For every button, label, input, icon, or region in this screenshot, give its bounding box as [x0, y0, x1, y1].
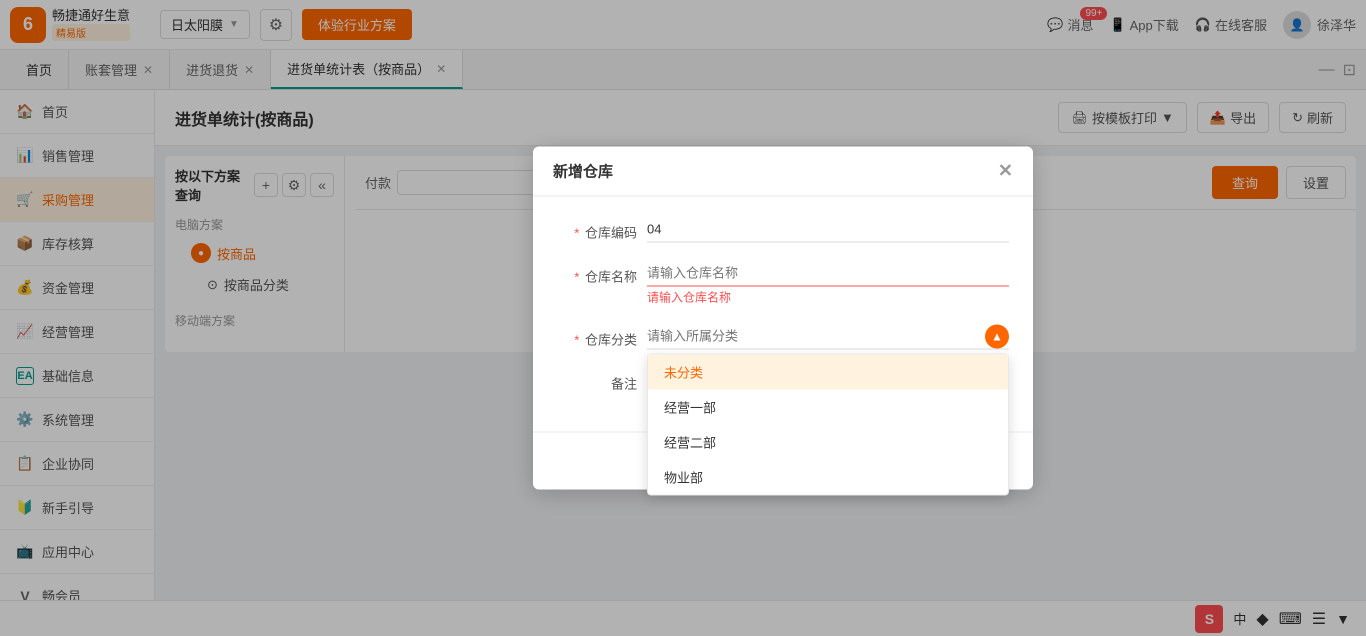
dropdown-item-0[interactable]: 未分类: [648, 355, 1008, 390]
add-warehouse-dialog: 新增仓库 ✕ * 仓库编码 * 仓库名称 请输入仓库名称: [533, 147, 1033, 490]
warehouse-name-control: 请输入仓库名称: [647, 261, 1009, 306]
warehouse-code-row: * 仓库编码: [557, 217, 1009, 243]
warehouse-code-input[interactable]: [647, 217, 1009, 243]
category-dropdown-list: 未分类 经营一部 经营二部 物业部: [647, 354, 1009, 496]
category-dropdown-button[interactable]: ▲: [985, 325, 1009, 349]
warehouse-name-input[interactable]: [647, 261, 1009, 287]
dialog-header: 新增仓库 ✕: [533, 147, 1033, 197]
warehouse-code-label: * 仓库编码: [557, 217, 637, 242]
warehouse-name-error: 请输入仓库名称: [647, 289, 1009, 306]
dialog-body: * 仓库编码 * 仓库名称 请输入仓库名称 * 仓库分类: [533, 197, 1033, 432]
dialog-close-button[interactable]: ✕: [998, 161, 1013, 182]
dropdown-item-1[interactable]: 经营一部: [648, 390, 1008, 425]
notes-label: 备注: [557, 368, 637, 393]
category-select-wrapper: ▲: [647, 324, 1009, 350]
warehouse-code-control: [647, 217, 1009, 243]
warehouse-category-row: * 仓库分类 ▲ 未分类 经营一部 经营二部 物业部: [557, 324, 1009, 350]
warehouse-category-label: * 仓库分类: [557, 324, 637, 349]
warehouse-name-row: * 仓库名称 请输入仓库名称: [557, 261, 1009, 306]
category-select-input[interactable]: [647, 324, 1009, 350]
dropdown-item-2[interactable]: 经营二部: [648, 425, 1008, 460]
dropdown-item-3[interactable]: 物业部: [648, 460, 1008, 495]
dialog-title: 新增仓库: [553, 161, 613, 182]
warehouse-name-label: * 仓库名称: [557, 261, 637, 286]
warehouse-category-control: ▲ 未分类 经营一部 经营二部 物业部: [647, 324, 1009, 350]
